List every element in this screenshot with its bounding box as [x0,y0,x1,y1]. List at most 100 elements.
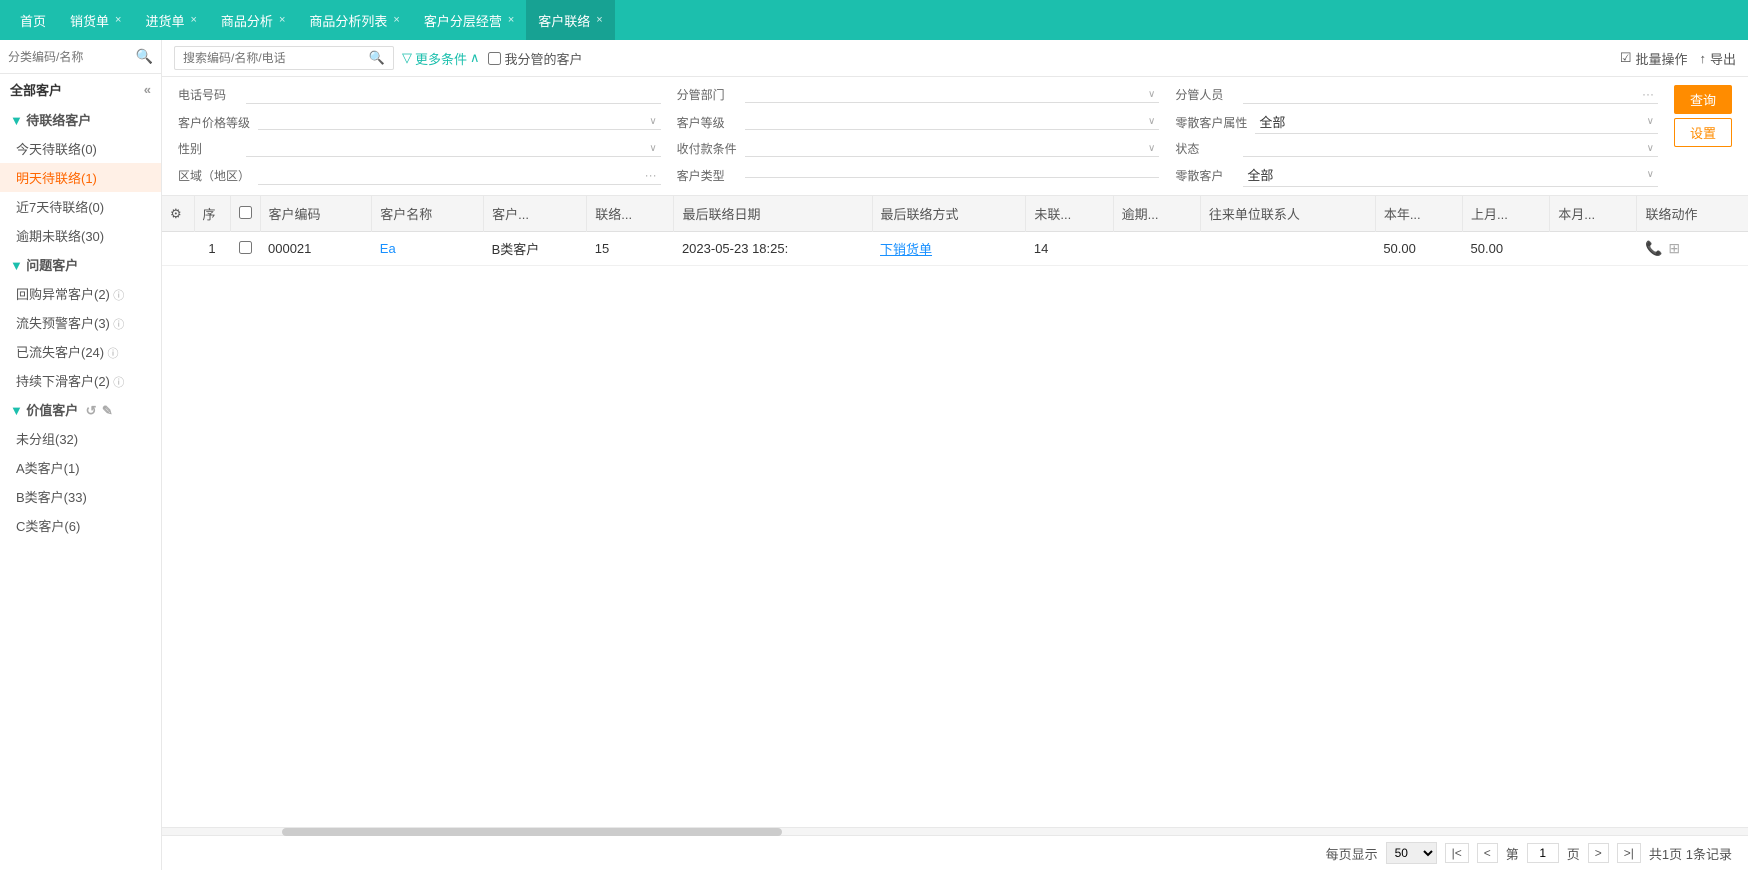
row-check[interactable] [230,232,260,266]
filter-customer-price-select[interactable]: ∨ [258,114,661,130]
export-button[interactable]: ↑ 导出 [1699,49,1736,68]
nav-product-analysis[interactable]: 商品分析 × [209,0,297,40]
nav-customer-tier[interactable]: 客户分层经营 × [412,0,526,40]
col-this-month: 本月... [1550,196,1637,232]
col-uncontacted: 未联... [1026,196,1113,232]
nav-close-customer-tier[interactable]: × [508,14,514,26]
filter-retail-customer-select[interactable]: 全部 ∨ [1243,163,1658,187]
row-this-month [1550,232,1637,266]
action-phone-icon[interactable]: 📞 [1645,240,1662,257]
nav-product-analysis-list[interactable]: 商品分析列表 × [297,0,411,40]
col-name: 客户名称 [372,196,484,232]
more-filters-button[interactable]: ▽ 更多条件 ∧ [402,49,480,68]
nav-close-sales-order[interactable]: × [115,14,121,26]
filter-gender-select[interactable]: ∨ [246,141,661,157]
export-icon: ↑ [1699,51,1706,66]
sidebar-search-input[interactable] [8,50,134,64]
nav-purchase-order[interactable]: 进货单 × [133,0,208,40]
col-last-method: 最后联络方式 [872,196,1026,232]
col-this-year: 本年... [1375,196,1462,232]
filter-panel: 电话号码 分管部门 ∨ 分管人员 ··· [162,77,1748,196]
nav-close-purchase-order[interactable]: × [190,14,196,26]
filter-branch-dept-label: 分管部门 [677,86,737,103]
sidebar-today-contact[interactable]: 今天待联络(0) [0,134,161,163]
my-customers-checkbox-label[interactable]: 我分管的客户 [488,49,583,68]
sidebar-repurchase-abnormal[interactable]: 回购异常客户(2) ⓘ [0,279,161,308]
batch-ops-button[interactable]: ☑ 批量操作 [1620,49,1688,68]
dots-icon[interactable]: ··· [1642,87,1654,101]
sidebar-lost-warning[interactable]: 流失预警客户(3) ⓘ [0,308,161,337]
filter-phone-input[interactable] [246,85,661,104]
page-number-input[interactable] [1527,843,1559,863]
filter-customer-level-select[interactable]: ∨ [745,114,1160,130]
filter-phone-field: 电话号码 [178,85,661,104]
sidebar-search-container: 🔍 [0,40,161,74]
my-customers-checkbox[interactable] [488,52,501,65]
settings-button[interactable]: 设置 [1674,118,1732,147]
filter-payment-select[interactable]: ∨ [745,141,1160,157]
checkbox-icon: ☑ [1620,50,1632,66]
chevron-down-icon-9: ∨ [1647,169,1654,180]
sidebar-collapse-icon[interactable]: « [144,82,151,97]
sidebar-already-lost[interactable]: 已流失客户(24) ⓘ [0,337,161,366]
filter-customer-type-select[interactable] [745,173,1160,178]
filter-branch-dept-select[interactable]: ∨ [745,87,1160,103]
chevron-up-icon: ∧ [470,50,480,66]
last-page-button[interactable]: >| [1617,843,1641,863]
action-grid-icon[interactable]: ⊞ [1668,240,1680,257]
row-last-month: 50.00 [1463,232,1550,266]
filter-status-select[interactable]: ∨ [1243,141,1658,157]
filter-customer-type-label: 客户类型 [677,167,737,184]
horizontal-scrollbar[interactable] [162,827,1748,835]
col-code: 客户编码 [260,196,372,232]
row-contact: 15 [587,232,674,266]
nav-customer-contact[interactable]: 客户联络 × [526,0,614,40]
sidebar-tomorrow-contact[interactable]: 明天待联络(1) [0,163,161,192]
filter-payment-field: 收付款条件 ∨ [677,140,1160,157]
sidebar-week-contact[interactable]: 近7天待联络(0) [0,192,161,221]
total-label: 共1页 1条记录 [1649,844,1732,863]
filter-branch-person-select[interactable]: ··· [1243,85,1658,104]
sidebar-pending-contact-title: ▼ 待联络客户 [0,105,161,134]
toolbar-right: ☑ 批量操作 ↑ 导出 [1620,49,1736,68]
sidebar-continuous-decline[interactable]: 持续下滑客户(2) ⓘ [0,366,161,395]
row-last-method[interactable]: 下销货单 [872,232,1026,266]
query-button[interactable]: 查询 [1674,85,1732,114]
col-contact: 联络... [587,196,674,232]
filter-region-select[interactable]: ··· [258,166,661,185]
nav-close-product-analysis-list[interactable]: × [393,14,399,26]
row-related-person [1200,232,1375,266]
search-input[interactable] [183,51,369,65]
filter-retail-attr-select[interactable]: 全部 ∨ [1255,110,1658,134]
next-page-button[interactable]: > [1588,843,1609,863]
sidebar-overdue-contact[interactable]: 逾期未联络(30) [0,221,161,250]
sidebar-class-b[interactable]: B类客户(33) [0,482,161,511]
search-icon[interactable]: 🔍 [369,50,385,66]
dots-icon-2[interactable]: ··· [645,168,657,182]
row-name: Ea [372,232,484,266]
select-all-checkbox[interactable] [239,206,252,219]
first-page-button[interactable]: |< [1445,843,1469,863]
col-gear[interactable]: ⚙ [162,196,194,232]
col-action: 联络动作 [1637,196,1748,232]
filter-gender-field: 性别 ∨ [178,140,661,157]
prev-page-button[interactable]: < [1477,843,1498,863]
nav-sales-order[interactable]: 销货单 × [58,0,133,40]
sidebar-search-icon[interactable]: 🔍 [136,48,153,65]
filter-retail-customer-field: 零散客户 全部 ∨ [1175,163,1658,187]
sidebar-class-c[interactable]: C类客户(6) [0,511,161,540]
nav-close-customer-contact[interactable]: × [596,14,602,26]
main-layout: 🔍 全部客户 « ▼ 待联络客户 今天待联络(0) 明天待联络(1) 近7天待联… [0,40,1748,870]
chevron-down-icon-6: ∨ [1148,143,1155,154]
sidebar-unclassified[interactable]: 未分组(32) [0,424,161,453]
filter-region-label: 区域（地区） [178,167,250,184]
filter-customer-level-label: 客户等级 [677,114,737,131]
sidebar-all-customers[interactable]: 全部客户 « [0,74,161,105]
col-category: 客户... [484,196,587,232]
sidebar-class-a[interactable]: A类客户(1) [0,453,161,482]
scrollbar-thumb[interactable] [282,828,782,836]
page-size-select[interactable]: 50 100 200 [1386,842,1437,864]
nav-home[interactable]: 首页 [8,0,58,40]
sidebar: 🔍 全部客户 « ▼ 待联络客户 今天待联络(0) 明天待联络(1) 近7天待联… [0,40,162,870]
nav-close-product-analysis[interactable]: × [279,14,285,26]
